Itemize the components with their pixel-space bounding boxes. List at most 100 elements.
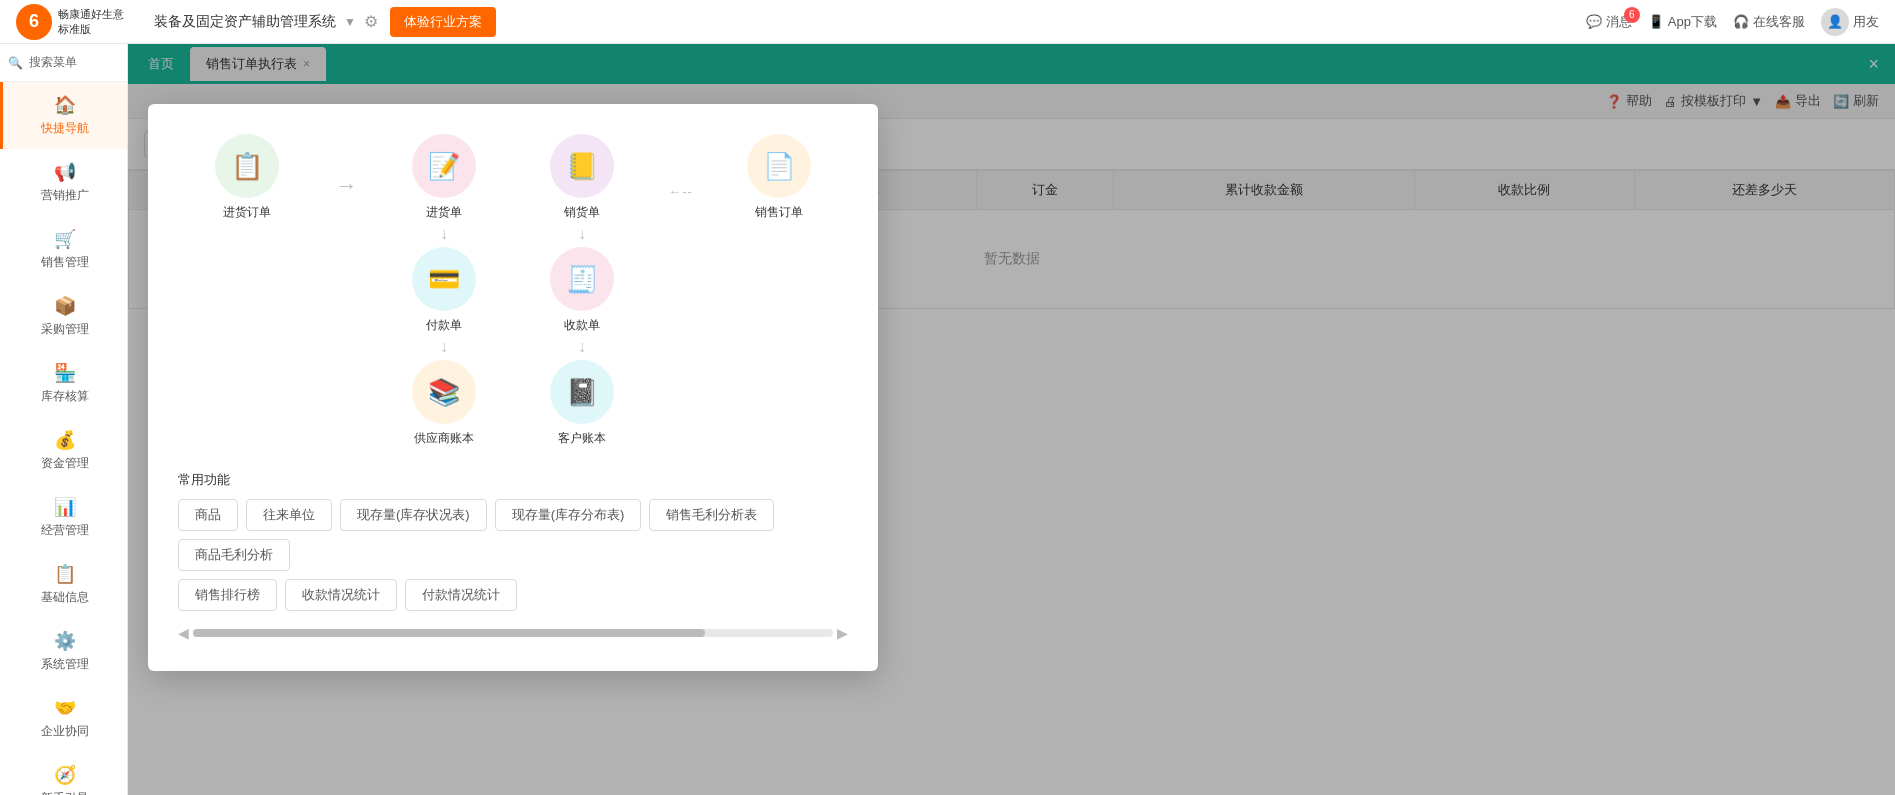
inventory-icon: 🏪 — [54, 362, 76, 384]
marketing-icon: 📢 — [54, 161, 76, 183]
sales-icon: 🛒 — [54, 228, 76, 250]
content-area: 首页 销售订单执行表 × × ❓ 帮助 🖨 按模板打印 ▼ — [128, 44, 1895, 795]
func-btn-sales-rank[interactable]: 销售排行榜 — [178, 579, 277, 611]
message-btn[interactable]: 💬 消息 6 — [1586, 13, 1632, 31]
func-btn-sales-profit[interactable]: 销售毛利分析表 — [649, 499, 774, 531]
flow-diagram: 📋 进货订单 → 📝 进货单 — [178, 134, 848, 463]
func-btn-stock-dist[interactable]: 现存量(库存分布表) — [495, 499, 642, 531]
func-btn-partner[interactable]: 往来单位 — [246, 499, 332, 531]
payment-label: 付款单 — [426, 317, 462, 334]
receipt-label: 收款单 — [564, 317, 600, 334]
node-sale-bill: 📒 销货单 — [513, 134, 651, 221]
scrollbar-track[interactable] — [193, 629, 833, 637]
flow-arrows-row: ↓ ↓ — [178, 221, 848, 247]
purchase-bill-icon[interactable]: 📝 — [412, 134, 476, 198]
arrow-sb-down: ↓ — [513, 221, 651, 247]
sidebar-item-operations[interactable]: 📊 经营管理 — [0, 484, 127, 551]
arrow-po-to-pb: → — [316, 173, 375, 221]
online-service-btn[interactable]: 🎧 在线客服 — [1733, 13, 1805, 31]
message-badge: 6 — [1624, 7, 1640, 23]
finance-icon: 💰 — [54, 429, 76, 451]
scroll-right-btn[interactable]: ▶ — [837, 625, 848, 641]
node-customer-ledger: 📓 客户账本 — [513, 360, 651, 447]
logo-text: 畅康通好生意 标准版 — [58, 7, 124, 36]
sidebar-item-purchase[interactable]: 📦 采购管理 — [0, 283, 127, 350]
sidebar-item-sales[interactable]: 🛒 销售管理 — [0, 216, 127, 283]
modal-overlay: 📋 进货订单 → 📝 进货单 — [128, 44, 1895, 795]
system-info: 装备及固定资产辅助管理系统 ▼ ⚙ 体验行业方案 — [144, 7, 1586, 37]
receipt-icon[interactable]: 🧾 — [550, 247, 614, 311]
newbie-icon: 🧭 — [54, 764, 76, 786]
sidebar-search[interactable]: 🔍 搜索菜单 — [0, 44, 127, 82]
logo: 6 畅康通好生意 标准版 — [16, 4, 144, 40]
supplier-ledger-label: 供应商账本 — [414, 430, 474, 447]
sidebar-item-inventory[interactable]: 🏪 库存核算 — [0, 350, 127, 417]
topbar-right: 💬 消息 6 📱 App下载 🎧 在线客服 👤 用友 — [1586, 8, 1879, 36]
node-payment: 💳 付款单 — [375, 247, 513, 334]
message-icon: 💬 — [1586, 14, 1602, 29]
func-btn-stock-status[interactable]: 现存量(库存状况表) — [340, 499, 487, 531]
supplier-ledger-icon[interactable]: 📚 — [412, 360, 476, 424]
func-buttons-row1: 商品 往来单位 现存量(库存状况表) 现存量(库存分布表) 销售毛利分析表 商品… — [178, 499, 848, 571]
flow-bottom-row: 📚 供应商账本 📓 客户账本 — [178, 360, 848, 447]
logo-icon: 6 — [16, 4, 52, 40]
func-buttons-row2: 销售排行榜 收款情况统计 付款情况统计 — [178, 579, 848, 611]
system-name: 装备及固定资产辅助管理系统 — [154, 13, 336, 31]
flow-top-row: 📋 进货订单 → 📝 进货单 — [178, 134, 848, 221]
arrow-rec-down: ↓ — [513, 334, 651, 360]
arrow-pb-down: ↓ — [375, 221, 513, 247]
common-functions-title: 常用功能 — [178, 471, 848, 489]
operations-icon: 📊 — [54, 496, 76, 518]
node-sale-order: 📄 销售订单 — [710, 134, 848, 221]
flow-modal: 📋 进货订单 → 📝 进货单 — [148, 104, 878, 671]
purchase-icon: 📦 — [54, 295, 76, 317]
purchase-order-label: 进货订单 — [223, 204, 271, 221]
sidebar-item-basics[interactable]: 📋 基础信息 — [0, 551, 127, 618]
sale-bill-icon[interactable]: 📒 — [550, 134, 614, 198]
arrow-so-to-sb: ←-- — [651, 184, 710, 221]
customer-ledger-label: 客户账本 — [558, 430, 606, 447]
node-receipt: 🧾 收款单 — [513, 247, 651, 334]
avatar: 👤 — [1821, 8, 1849, 36]
func-btn-product[interactable]: 商品 — [178, 499, 238, 531]
sidebar: 🔍 搜索菜单 🏠 快捷导航 📢 营销推广 🛒 销售管理 📦 采购管理 🏪 — [0, 44, 128, 795]
sale-bill-label: 销货单 — [564, 204, 600, 221]
scrollbar-thumb — [193, 629, 705, 637]
purchase-bill-label: 进货单 — [426, 204, 462, 221]
arrow-pay-down: ↓ — [375, 334, 513, 360]
node-purchase-order: 📋 进货订单 — [178, 134, 316, 221]
sidebar-item-newbie[interactable]: 🧭 新手引导 — [0, 752, 127, 795]
common-functions: 常用功能 商品 往来单位 现存量(库存状况表) 现存量(库存分布表) 销售毛利分… — [178, 471, 848, 611]
purchase-order-icon[interactable]: 📋 — [215, 134, 279, 198]
sale-order-label: 销售订单 — [755, 204, 803, 221]
sidebar-item-system[interactable]: ⚙️ 系统管理 — [0, 618, 127, 685]
trial-button[interactable]: 体验行业方案 — [390, 7, 496, 37]
service-icon: 🎧 — [1733, 14, 1749, 29]
system-dropdown-icon[interactable]: ▼ — [344, 15, 356, 29]
payment-icon[interactable]: 💳 — [412, 247, 476, 311]
sidebar-item-marketing[interactable]: 📢 营销推广 — [0, 149, 127, 216]
sidebar-item-quick-nav[interactable]: 🏠 快捷导航 — [0, 82, 127, 149]
func-btn-product-profit[interactable]: 商品毛利分析 — [178, 539, 290, 571]
basics-icon: 📋 — [54, 563, 76, 585]
flow-mid-row: 💳 付款单 🧾 收款单 — [178, 247, 848, 334]
home-icon: 🏠 — [54, 94, 76, 116]
sidebar-item-finance[interactable]: 💰 资金管理 — [0, 417, 127, 484]
scroll-left-btn[interactable]: ◀ — [178, 625, 189, 641]
node-purchase-bill: 📝 进货单 — [375, 134, 513, 221]
flow-arrows-row2: ↓ ↓ — [178, 334, 848, 360]
func-btn-receipt-stats[interactable]: 收款情况统计 — [285, 579, 397, 611]
system-icon: ⚙️ — [54, 630, 76, 652]
modal-scrollbar: ◀ ▶ — [178, 625, 848, 641]
sale-order-icon[interactable]: 📄 — [747, 134, 811, 198]
customer-ledger-icon[interactable]: 📓 — [550, 360, 614, 424]
node-supplier-ledger: 📚 供应商账本 — [375, 360, 513, 447]
app-download-btn[interactable]: 📱 App下载 — [1648, 13, 1717, 31]
settings-icon[interactable]: ⚙ — [364, 12, 378, 31]
search-icon: 🔍 — [8, 56, 23, 70]
download-icon: 📱 — [1648, 14, 1664, 29]
enterprise-icon: 🤝 — [54, 697, 76, 719]
func-btn-payment-stats[interactable]: 付款情况统计 — [405, 579, 517, 611]
user-menu[interactable]: 👤 用友 — [1821, 8, 1879, 36]
sidebar-item-enterprise[interactable]: 🤝 企业协同 — [0, 685, 127, 752]
